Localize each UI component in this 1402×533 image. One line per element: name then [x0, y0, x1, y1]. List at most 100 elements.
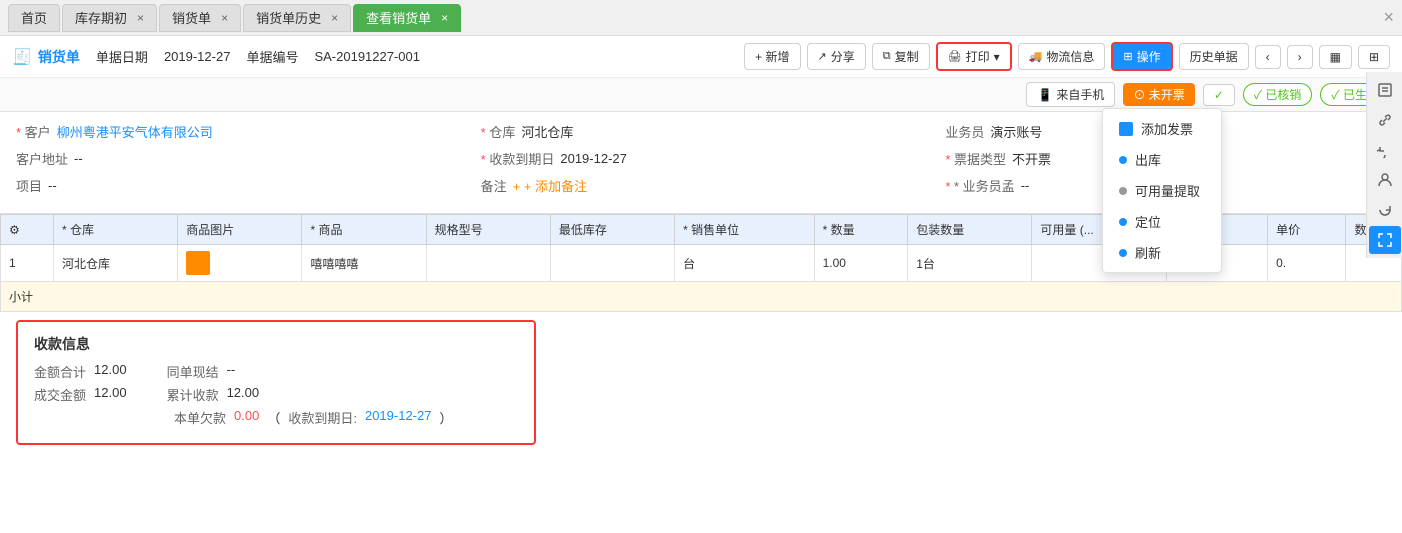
history-button[interactable]: 历史单据 [1179, 43, 1249, 70]
toolbar-right: + 新增 ↗ 分享 ⧉ 复制 🖨 打印 ▾ 🚚 物流信息 [744, 42, 1390, 71]
dropdown-refresh[interactable]: 刷新 [1103, 237, 1221, 268]
note-label: 备注 [481, 176, 507, 195]
history-label: 历史单据 [1190, 48, 1238, 65]
row-unit-price: 0. [1268, 245, 1346, 282]
row-pack-qty: 1台 [908, 245, 1032, 282]
grid2-icon: ⊞ [1369, 50, 1379, 64]
payment-owe-label: 本单欠款 [174, 408, 226, 427]
add-invoice-label: 添加发票 [1141, 119, 1193, 138]
out-stock-label: 出库 [1135, 150, 1161, 169]
right-icon-user[interactable] [1369, 166, 1401, 194]
from-phone-label: 来自手机 [1056, 86, 1104, 103]
payment-due-label: 收款到期日: [288, 408, 357, 427]
doc-header-row: 🧾 销货单 单据日期 2019-12-27 单据编号 SA-20191227-0… [0, 36, 1402, 78]
main-close-button[interactable]: × [1383, 7, 1394, 28]
checked-icon: ✓ [1214, 88, 1224, 102]
doc-type-icon: 🧾 [12, 47, 32, 67]
payment-row-2: 成交金额 12.00 累计收款 12.00 [34, 385, 518, 404]
row-min-stock [550, 245, 674, 282]
payment-date-value: 2019-12-27 [560, 151, 627, 166]
doc-date-label: 单据日期 [96, 47, 148, 66]
right-panel [1366, 72, 1402, 258]
checked-label: 已核销 [1265, 88, 1301, 102]
operation-icon: ⊞ [1123, 50, 1132, 63]
warehouse-value: 河北仓库 [521, 122, 573, 141]
prev-button[interactable]: ‹ [1255, 45, 1281, 69]
tab-sales[interactable]: 销货单 × [159, 4, 241, 32]
logistics-button[interactable]: 🚚 物流信息 [1018, 43, 1106, 70]
share-button[interactable]: ↗ 分享 [807, 43, 866, 70]
col-image: 商品图片 [178, 215, 302, 245]
right-icon-clipboard[interactable] [1369, 76, 1401, 104]
row-warehouse: 河北仓库 [54, 245, 178, 282]
project-label: 项目 [16, 176, 42, 195]
right-icon-link[interactable] [1369, 106, 1401, 134]
dropdown-locate[interactable]: 定位 [1103, 206, 1221, 237]
print-dropdown-icon: ▾ [994, 50, 1000, 64]
not-open-icon: ⊙ [1133, 88, 1145, 102]
user-icon [1377, 172, 1393, 188]
payment-due-value: 2019-12-27 [365, 408, 432, 427]
next-button[interactable]: › [1287, 45, 1313, 69]
doc-number-value: SA-20191227-001 [314, 49, 420, 64]
doc-meta: 单据日期 2019-12-27 [96, 47, 231, 66]
next-icon: › [1298, 50, 1302, 64]
doc-date-value: 2019-12-27 [164, 49, 231, 64]
tab-sales-history[interactable]: 销货单历史 × [243, 4, 351, 32]
tab-home[interactable]: 首页 [8, 4, 60, 32]
col-product: * 商品 [302, 215, 426, 245]
copy-button[interactable]: ⧉ 复制 [872, 43, 930, 70]
right-icon-refresh[interactable] [1369, 196, 1401, 224]
note-field: 备注 + + 添加备注 [481, 176, 922, 195]
warehouse-field: 仓库 河北仓库 [481, 122, 922, 141]
col-gear: ⚙ [1, 215, 54, 245]
refresh-dot [1119, 249, 1127, 257]
new-button[interactable]: + 新增 [744, 43, 800, 70]
print-button[interactable]: 🖨 打印 ▾ [936, 42, 1012, 71]
operation-button[interactable]: ⊞ 操作 [1111, 42, 1172, 71]
effective-icon: ✓ [1331, 88, 1339, 102]
copy-icon: ⧉ [883, 50, 891, 63]
print-label: 打印 [966, 48, 990, 65]
tab-view-sales-close[interactable]: × [441, 11, 448, 25]
refresh-label: 刷新 [1135, 243, 1161, 262]
tab-sales-history-close[interactable]: × [331, 11, 338, 25]
grid1-icon: ▦ [1330, 50, 1341, 64]
checked-status: ✓ 已核销 [1243, 83, 1313, 106]
payment-row-3: 本单欠款 0.00 （ 收款到期日: 2019-12-27 ） [34, 408, 518, 427]
tab-view-sales[interactable]: 查看销货单 × [353, 4, 461, 32]
address-label: 客户地址 [16, 149, 68, 168]
add-note-button[interactable]: + + 添加备注 [513, 176, 587, 195]
add-invoice-icon [1119, 122, 1133, 136]
col-unit-price: 单价 [1268, 215, 1346, 245]
tab-inventory[interactable]: 库存期初 × [62, 4, 157, 32]
tab-sales-history-label: 销货单历史 [256, 8, 321, 27]
payment-title: 收款信息 [34, 334, 518, 354]
grid2-button[interactable]: ⊞ [1358, 45, 1390, 69]
grid1-button[interactable]: ▦ [1319, 45, 1352, 69]
customer-value[interactable]: 柳州粤港平安气体有限公司 [57, 122, 213, 141]
gear-icon: ⚙ [9, 223, 20, 237]
payment-transaction-label: 成交金额 [34, 385, 86, 404]
customer-label: 客户 [16, 122, 51, 141]
row-product: 嘻嘻嘻嘻 [302, 245, 426, 282]
from-phone-button[interactable]: 📱 来自手机 [1026, 82, 1115, 107]
checked-icon2: ✓ [1254, 88, 1262, 102]
col-sales-unit: * 销售单位 [675, 215, 815, 245]
dropdown-available-qty[interactable]: 可用量提取 [1103, 175, 1221, 206]
tab-inventory-close[interactable]: × [137, 11, 144, 25]
dropdown-add-invoice[interactable]: 添加发票 [1103, 113, 1221, 144]
checked-button[interactable]: ✓ [1203, 84, 1235, 106]
payment-row-1: 金额合计 12.00 同单现结 -- [34, 362, 518, 381]
subtotal-row: 小计 [1, 282, 1402, 312]
right-icon-expand[interactable] [1369, 226, 1401, 254]
not-open-button[interactable]: ⊙ 未开票 [1123, 83, 1194, 106]
doc-number-meta: 单据编号 SA-20191227-001 [246, 47, 420, 66]
address-field: 客户地址 -- [16, 149, 457, 168]
new-label: + 新增 [755, 48, 789, 65]
share-icon: ↗ [818, 50, 827, 63]
right-icon-return[interactable] [1369, 136, 1401, 164]
dropdown-out-stock[interactable]: 出库 [1103, 144, 1221, 175]
tab-bar: 首页 库存期初 × 销货单 × 销货单历史 × 查看销货单 × × [0, 0, 1402, 36]
tab-sales-close[interactable]: × [221, 11, 228, 25]
